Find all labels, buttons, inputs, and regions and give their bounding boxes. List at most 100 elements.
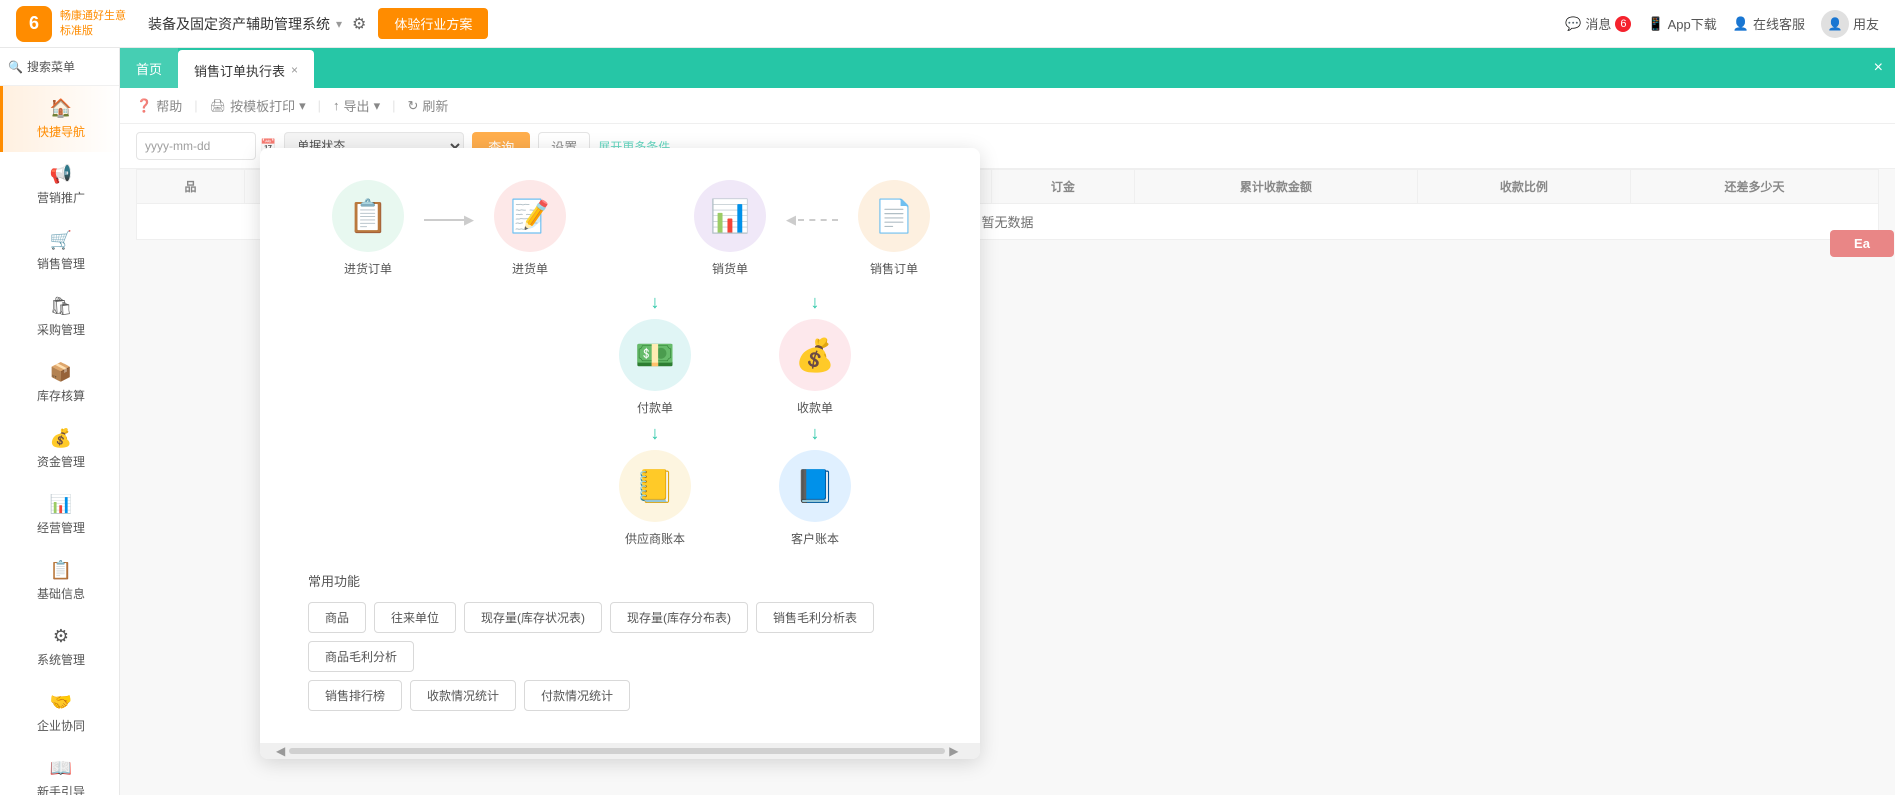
- flow-node-receipt[interactable]: 💰 收款单: [779, 319, 851, 416]
- func-btn-payment-stats[interactable]: 付款情况统计: [524, 680, 630, 711]
- app-download-button[interactable]: 📱 App下载: [1647, 14, 1716, 33]
- purchase-bill-label: 进货单: [512, 260, 548, 277]
- system-title: 装备及固定资产辅助管理系统: [148, 14, 330, 34]
- message-badge: 6: [1615, 16, 1631, 32]
- settings-icon[interactable]: ⚙: [352, 14, 366, 34]
- sidebar-item-label: 营销推广: [37, 189, 85, 206]
- flow-node-purchase-order[interactable]: 📋 进货订单: [332, 180, 404, 277]
- func-btn-product-profit[interactable]: 商品毛利分析: [308, 641, 414, 672]
- purchase-bill-circle: 📝: [494, 180, 566, 252]
- operations-icon: 📊: [50, 494, 72, 515]
- sidebar-item-label: 系统管理: [37, 651, 85, 668]
- message-label: 消息: [1585, 14, 1611, 33]
- func-btn-sales-profit[interactable]: 销售毛利分析表: [756, 602, 874, 633]
- customer-ledger-circle: 📘: [779, 450, 851, 522]
- tab-home[interactable]: 首页: [120, 48, 178, 88]
- search-label: 搜索菜单: [27, 58, 75, 75]
- func-btn-product[interactable]: 商品: [308, 602, 366, 633]
- system-title-wrapper: 装备及固定资产辅助管理系统 ▾ ⚙: [148, 14, 366, 34]
- sidebar-search[interactable]: 🔍 搜索菜单: [0, 48, 119, 86]
- function-buttons-row2: 销售排行榜 收款情况统计 付款情况统计: [308, 680, 932, 711]
- func-btn-stock-dist[interactable]: 现存量(库存分布表): [610, 602, 748, 633]
- user-area[interactable]: 👤 用友: [1821, 10, 1879, 38]
- modal-scrollbar[interactable]: [289, 748, 945, 754]
- system-title-dropdown[interactable]: ▾: [336, 17, 342, 31]
- logo-char: 6: [29, 13, 39, 34]
- inventory-icon: 📦: [50, 362, 72, 383]
- tab-home-label: 首页: [136, 59, 162, 78]
- sidebar-item-label: 新手引导: [37, 783, 85, 795]
- sidebar-item-enterprise[interactable]: 🤝 企业协同: [0, 680, 119, 746]
- sidebar-item-label: 企业协同: [37, 717, 85, 734]
- func-btn-sales-rank[interactable]: 销售排行榜: [308, 680, 402, 711]
- message-button[interactable]: 💬 消息 6: [1565, 14, 1631, 33]
- func-btn-stock-status[interactable]: 现存量(库存状况表): [464, 602, 602, 633]
- sidebar-item-label: 经营管理: [37, 519, 85, 536]
- sidebar-item-label: 库存核算: [37, 387, 85, 404]
- sidebar-item-marketing[interactable]: 📢 营销推广: [0, 152, 119, 218]
- sidebar-item-finance[interactable]: 💰 资金管理: [0, 416, 119, 482]
- common-functions-title: 常用功能: [308, 571, 932, 590]
- enterprise-icon: 🤝: [50, 692, 72, 713]
- purchase-icon: 🛍: [50, 296, 73, 317]
- payment-circle: 💵: [619, 319, 691, 391]
- flow-diagram: 📋 进货订单 ▶: [308, 180, 932, 547]
- flow-node-sales-order[interactable]: 📄 销售订单: [858, 180, 930, 277]
- sales-bill-label: 销货单: [712, 260, 748, 277]
- online-service-icon: 👤: [1733, 16, 1749, 32]
- supplier-ledger-circle: 📒: [619, 450, 691, 522]
- sales-order-label: 销售订单: [870, 260, 918, 277]
- modal-box: 📋 进货订单 ▶: [260, 148, 980, 759]
- logo-icon: 6: [16, 6, 52, 42]
- logo-text: 畅康通好生意 标准版: [60, 9, 126, 38]
- quick-nav-icon: 🏠: [50, 98, 72, 119]
- sidebar-item-label: 资金管理: [37, 453, 85, 470]
- logo-area: 6 畅康通好生意 标准版: [16, 6, 136, 42]
- body-wrapper: 🔍 搜索菜单 🏠 快捷导航 📢 营销推广 🛒 销售管理 🛍 采购管理 📦: [0, 48, 1895, 795]
- flow-node-payment[interactable]: 💵 付款单: [619, 319, 691, 416]
- payment-label: 付款单: [637, 399, 673, 416]
- top-bar-right: 💬 消息 6 📱 App下载 👤 在线客服 👤 用友: [1565, 10, 1879, 38]
- tab-sales-order-label: 销售订单执行表: [194, 61, 285, 80]
- func-btn-contacts[interactable]: 往来单位: [374, 602, 456, 633]
- sales-icon: 🛒: [50, 230, 72, 251]
- scroll-right-button[interactable]: ▶: [949, 744, 958, 758]
- flow-node-sales-bill[interactable]: 📊 销货单: [694, 180, 766, 277]
- purchase-order-label: 进货订单: [344, 260, 392, 277]
- scroll-left-button[interactable]: ◀: [276, 744, 285, 758]
- main-content: 首页 销售订单执行表 × × ❓ 帮助 | 🖨: [120, 48, 1895, 795]
- tab-bar-close-button[interactable]: ×: [1874, 59, 1883, 77]
- sidebar-item-label: 采购管理: [37, 321, 85, 338]
- common-functions: 常用功能 商品 往来单位 现存量(库存状况表) 现存量(库存分布表) 销售毛利分…: [308, 571, 932, 711]
- sidebar: 🔍 搜索菜单 🏠 快捷导航 📢 营销推广 🛒 销售管理 🛍 采购管理 📦: [0, 48, 120, 795]
- search-icon: 🔍: [8, 60, 23, 74]
- receipt-circle: 💰: [779, 319, 851, 391]
- app-download-label: App下载: [1668, 14, 1717, 33]
- try-industry-button[interactable]: 体验行业方案: [378, 8, 488, 39]
- modal-scrollbar-container: ◀ ▶: [260, 743, 980, 759]
- flow-node-customer-ledger[interactable]: 📘 客户账本: [779, 450, 851, 547]
- sidebar-item-newbie[interactable]: 📖 新手引导: [0, 746, 119, 795]
- modal-content: 📋 进货订单 ▶: [260, 148, 980, 743]
- flow-node-purchase-bill[interactable]: 📝 进货单: [494, 180, 566, 277]
- sidebar-item-quick-nav[interactable]: 🏠 快捷导航: [0, 86, 119, 152]
- sidebar-item-sales[interactable]: 🛒 销售管理: [0, 218, 119, 284]
- online-service-label: 在线客服: [1753, 14, 1805, 33]
- sidebar-item-operations[interactable]: 📊 经营管理: [0, 482, 119, 548]
- avatar: 👤: [1821, 10, 1849, 38]
- function-buttons-row1: 商品 往来单位 现存量(库存状况表) 现存量(库存分布表) 销售毛利分析表 商品…: [308, 602, 932, 672]
- sidebar-item-base-info[interactable]: 📋 基础信息: [0, 548, 119, 614]
- sidebar-item-system[interactable]: ⚙ 系统管理: [0, 614, 119, 680]
- tab-close-icon[interactable]: ×: [291, 63, 298, 77]
- sidebar-item-purchase[interactable]: 🛍 采购管理: [0, 284, 119, 350]
- modal-overlay: 📋 进货订单 ▶: [120, 88, 1895, 795]
- flow-node-supplier-ledger[interactable]: 📒 供应商账本: [619, 450, 691, 547]
- online-service-button[interactable]: 👤 在线客服: [1733, 14, 1805, 33]
- customer-ledger-label: 客户账本: [791, 530, 839, 547]
- top-bar-left: 6 畅康通好生意 标准版 装备及固定资产辅助管理系统 ▾ ⚙ 体验行业方案: [16, 6, 488, 42]
- base-info-icon: 📋: [50, 560, 72, 581]
- tab-sales-order[interactable]: 销售订单执行表 ×: [178, 50, 314, 90]
- func-btn-receipt-stats[interactable]: 收款情况统计: [410, 680, 516, 711]
- sidebar-item-inventory[interactable]: 📦 库存核算: [0, 350, 119, 416]
- marketing-icon: 📢: [50, 164, 72, 185]
